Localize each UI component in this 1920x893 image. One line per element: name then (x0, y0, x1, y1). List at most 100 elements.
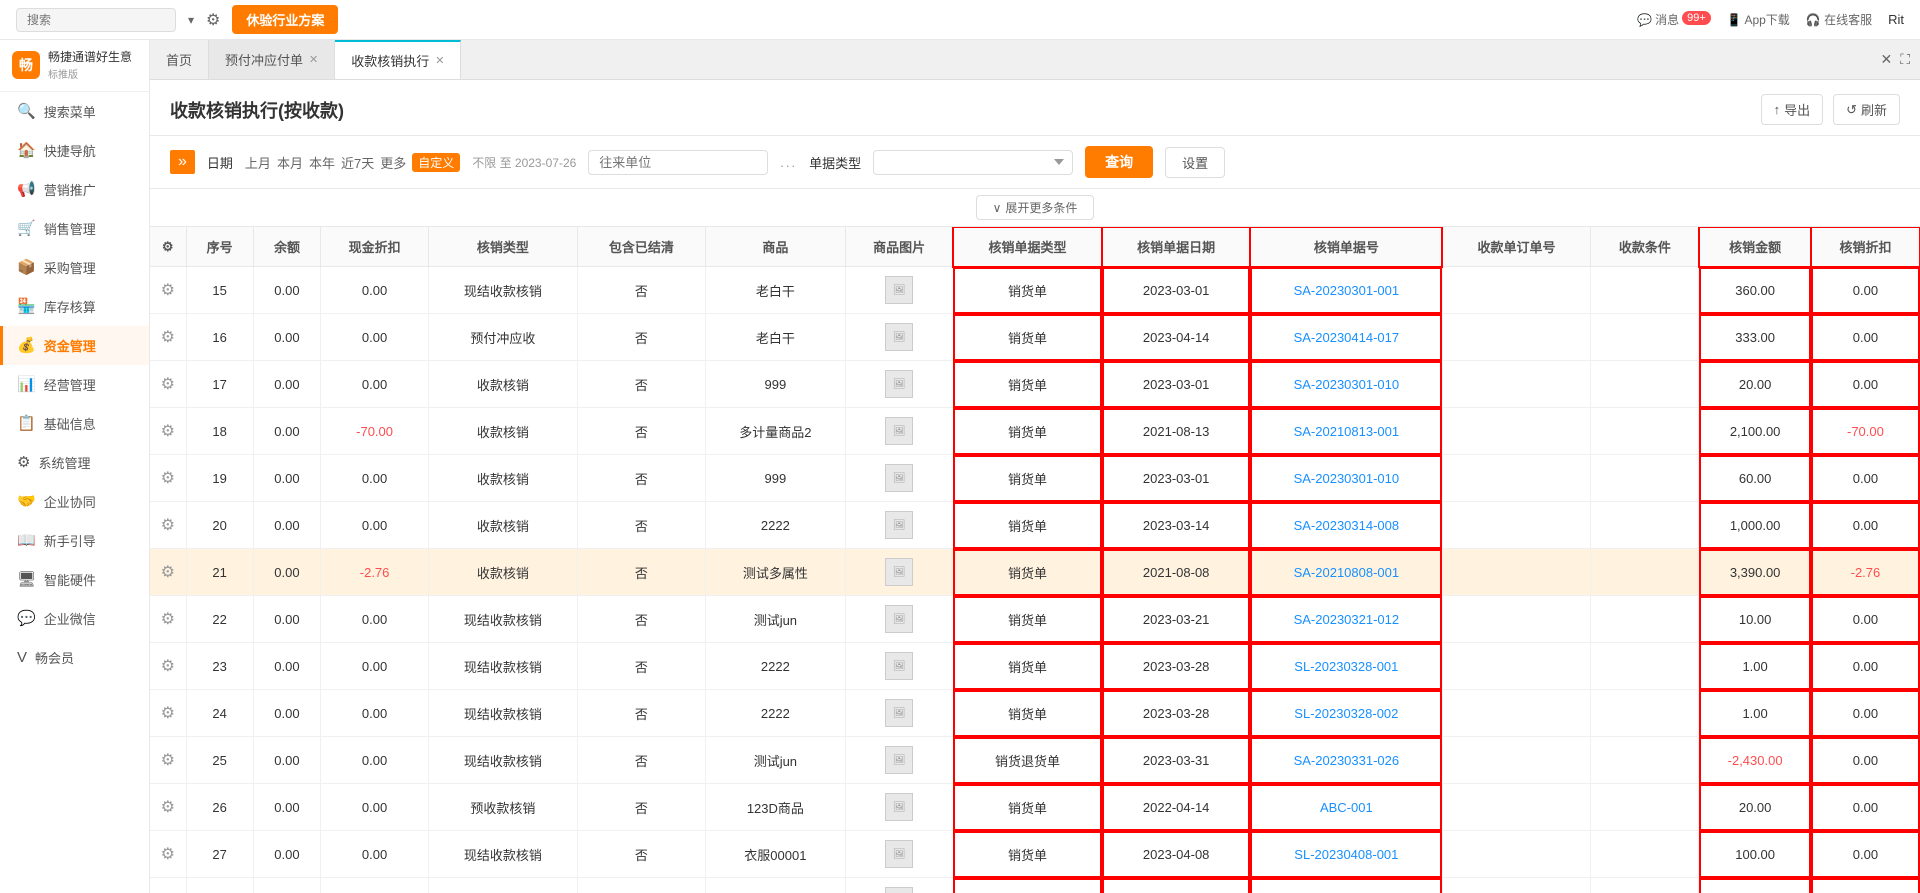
filter-custom[interactable]: 自定义 (412, 153, 460, 172)
cell-amount: 1.00 (1699, 643, 1812, 690)
filter-dots[interactable]: ... (780, 155, 797, 170)
tab-receipt-close[interactable]: ✕ (435, 54, 444, 67)
main-content: 首页 预付冲应付单 ✕ 收款核销执行 ✕ ✕ ⛶ 收款核销执行(按收款) ↑ (150, 40, 1920, 893)
sidebar-item-wechat[interactable]: 💬企业微信 (0, 599, 149, 638)
message-area[interactable]: 💬 消息 99+ (1637, 11, 1711, 28)
tab-receipt[interactable]: 收款核销执行 ✕ (335, 40, 461, 79)
message-badge: 99+ (1682, 11, 1711, 25)
row-settings-icon[interactable]: ⚙ (161, 705, 175, 722)
bill-no-link[interactable]: SA-20230314-008 (1294, 518, 1400, 533)
bill-no-link[interactable]: SA-20210808-001 (1294, 565, 1400, 580)
row-settings-icon[interactable]: ⚙ (161, 846, 175, 863)
tab-fullscreen-icon[interactable]: ⛶ (1900, 51, 1910, 68)
row-settings-icon[interactable]: ⚙ (161, 799, 175, 816)
col-bill-date: 核销单据日期 (1102, 227, 1251, 267)
business-icon: 📊 (17, 375, 36, 393)
row-settings-icon[interactable]: ⚙ (161, 470, 175, 487)
row-settings-icon[interactable]: ⚙ (161, 423, 175, 440)
sidebar-item-nav[interactable]: 🏠快捷导航 (0, 131, 149, 170)
sidebar-item-guide[interactable]: 📖新手引导 (0, 521, 149, 560)
sidebar-item-inventory[interactable]: 🏪库存核算 (0, 287, 149, 326)
table-row: ⚙ 18 0.00 -70.00 收款核销 否 多计量商品2 🖼 销货单 202… (150, 408, 1920, 455)
filter-expand-button[interactable]: » (170, 150, 195, 174)
col-included: 包含已结清 (577, 227, 705, 267)
bill-no-link[interactable]: SL-20230408-001 (1294, 847, 1398, 862)
bill-no-link[interactable]: SA-20230301-001 (1294, 283, 1400, 298)
solution-button[interactable]: 休验行业方案 (232, 5, 338, 34)
sidebar-item-sales[interactable]: 🛒销售管理 (0, 209, 149, 248)
row-settings-icon[interactable]: ⚙ (161, 376, 175, 393)
cell-bill-type: 销货单 (953, 596, 1102, 643)
cell-receipt-cond (1591, 831, 1699, 878)
cell-discount: 0.00 (321, 502, 429, 549)
row-settings-icon[interactable]: ⚙ (161, 752, 175, 769)
bill-no-link[interactable]: SA-20230321-012 (1294, 612, 1400, 627)
sidebar-item-system[interactable]: ⚙系统管理 (0, 443, 149, 482)
bill-no-link[interactable]: SA-20230301-010 (1294, 377, 1400, 392)
bill-no-link[interactable]: SL-20230328-002 (1294, 706, 1398, 721)
cell-num: 25 (186, 737, 253, 784)
bill-no-link[interactable]: ABC-001 (1320, 800, 1373, 815)
app-download[interactable]: 📱 App下载 (1727, 11, 1790, 28)
dropdown-trigger[interactable]: ▾ (188, 13, 194, 27)
filter-type-select[interactable] (873, 150, 1073, 175)
refresh-button[interactable]: ↺ 刷新 (1833, 94, 1900, 125)
cell-bill-no: SA-20230301-010 (1250, 455, 1442, 502)
export-button[interactable]: ↑ 导出 (1761, 94, 1824, 125)
filter-7days[interactable]: 近7天 (341, 153, 374, 172)
sidebar-item-purchase[interactable]: 📦采购管理 (0, 248, 149, 287)
sidebar-item-basic[interactable]: 📋基础信息 (0, 404, 149, 443)
tab-home[interactable]: 首页 (150, 40, 209, 79)
table-row: ⚙ 24 0.00 0.00 现结收款核销 否 2222 🖼 销货单 2023-… (150, 690, 1920, 737)
col-num: 序号 (186, 227, 253, 267)
cell-write-off-disc: 0.00 (1811, 596, 1919, 643)
filter-more[interactable]: 更多 (380, 153, 406, 172)
cell-bill-type: 销货单 (953, 314, 1102, 361)
row-settings-icon[interactable]: ⚙ (161, 517, 175, 534)
sidebar-item-member[interactable]: V畅会员 (0, 638, 149, 677)
sidebar-item-business[interactable]: 📊经营管理 (0, 365, 149, 404)
cell-bill-type: 销货单 (953, 643, 1102, 690)
gear-icon[interactable]: ⚙ (206, 10, 220, 30)
cell-bill-no: SL-20230418-001 (1250, 878, 1442, 893)
cell-discount: 0.00 (321, 361, 429, 408)
online-service[interactable]: 🎧 在线客服 (1806, 11, 1872, 28)
sidebar-item-hardware[interactable]: 🖥智能硬件 (0, 560, 149, 599)
row-settings-icon[interactable]: ⚙ (161, 611, 175, 628)
cell-goods-img: 🖼 (845, 831, 953, 878)
sidebar-logo: 畅 畅捷通谱好生意 标推版 (0, 40, 149, 92)
row-settings-icon[interactable]: ⚙ (161, 564, 175, 581)
tab-close-all-icon[interactable]: ✕ (1880, 51, 1892, 68)
tab-prepay[interactable]: 预付冲应付单 ✕ (209, 40, 335, 79)
bill-no-link[interactable]: SA-20230414-017 (1294, 330, 1400, 345)
sidebar-item-search[interactable]: 🔍搜索菜单 (0, 92, 149, 131)
sidebar-item-finance[interactable]: 💰资金管理 (0, 326, 149, 365)
sidebar-label-search: 搜索菜单 (44, 102, 96, 121)
cell-num: 18 (186, 408, 253, 455)
cell-goods-img: 🖼 (845, 314, 953, 361)
sidebar-item-corp[interactable]: 🤝企业协同 (0, 482, 149, 521)
bill-no-link[interactable]: SA-20210813-001 (1294, 424, 1400, 439)
finance-icon: 💰 (17, 336, 36, 354)
filter-this-year[interactable]: 本年 (309, 153, 335, 172)
cell-bill-no: SA-20230314-008 (1250, 502, 1442, 549)
cell-receipt-no (1442, 737, 1591, 784)
query-button[interactable]: 查询 (1085, 146, 1153, 178)
filter-unit-input[interactable] (588, 150, 768, 175)
row-settings-icon[interactable]: ⚙ (161, 658, 175, 675)
cell-goods-img: 🖼 (845, 267, 953, 314)
filter-last-month[interactable]: 上月 (245, 153, 271, 172)
bill-no-link[interactable]: SA-20230301-010 (1294, 471, 1400, 486)
search-input[interactable] (16, 8, 176, 32)
cell-type: 现结收款核销 (429, 878, 578, 893)
bill-no-link[interactable]: SL-20230328-001 (1294, 659, 1398, 674)
bill-no-link[interactable]: SA-20230331-026 (1294, 753, 1400, 768)
tab-prepay-close[interactable]: ✕ (309, 53, 318, 66)
setting-button[interactable]: 设置 (1165, 147, 1225, 178)
sidebar-item-marketing[interactable]: 📢营销推广 (0, 170, 149, 209)
row-settings-icon[interactable]: ⚙ (161, 329, 175, 346)
row-settings-icon[interactable]: ⚙ (161, 282, 175, 299)
filter-this-month[interactable]: 本月 (277, 153, 303, 172)
user-name[interactable]: Rit (1888, 12, 1904, 27)
expand-more-button[interactable]: ∨ 展开更多条件 (976, 195, 1095, 220)
